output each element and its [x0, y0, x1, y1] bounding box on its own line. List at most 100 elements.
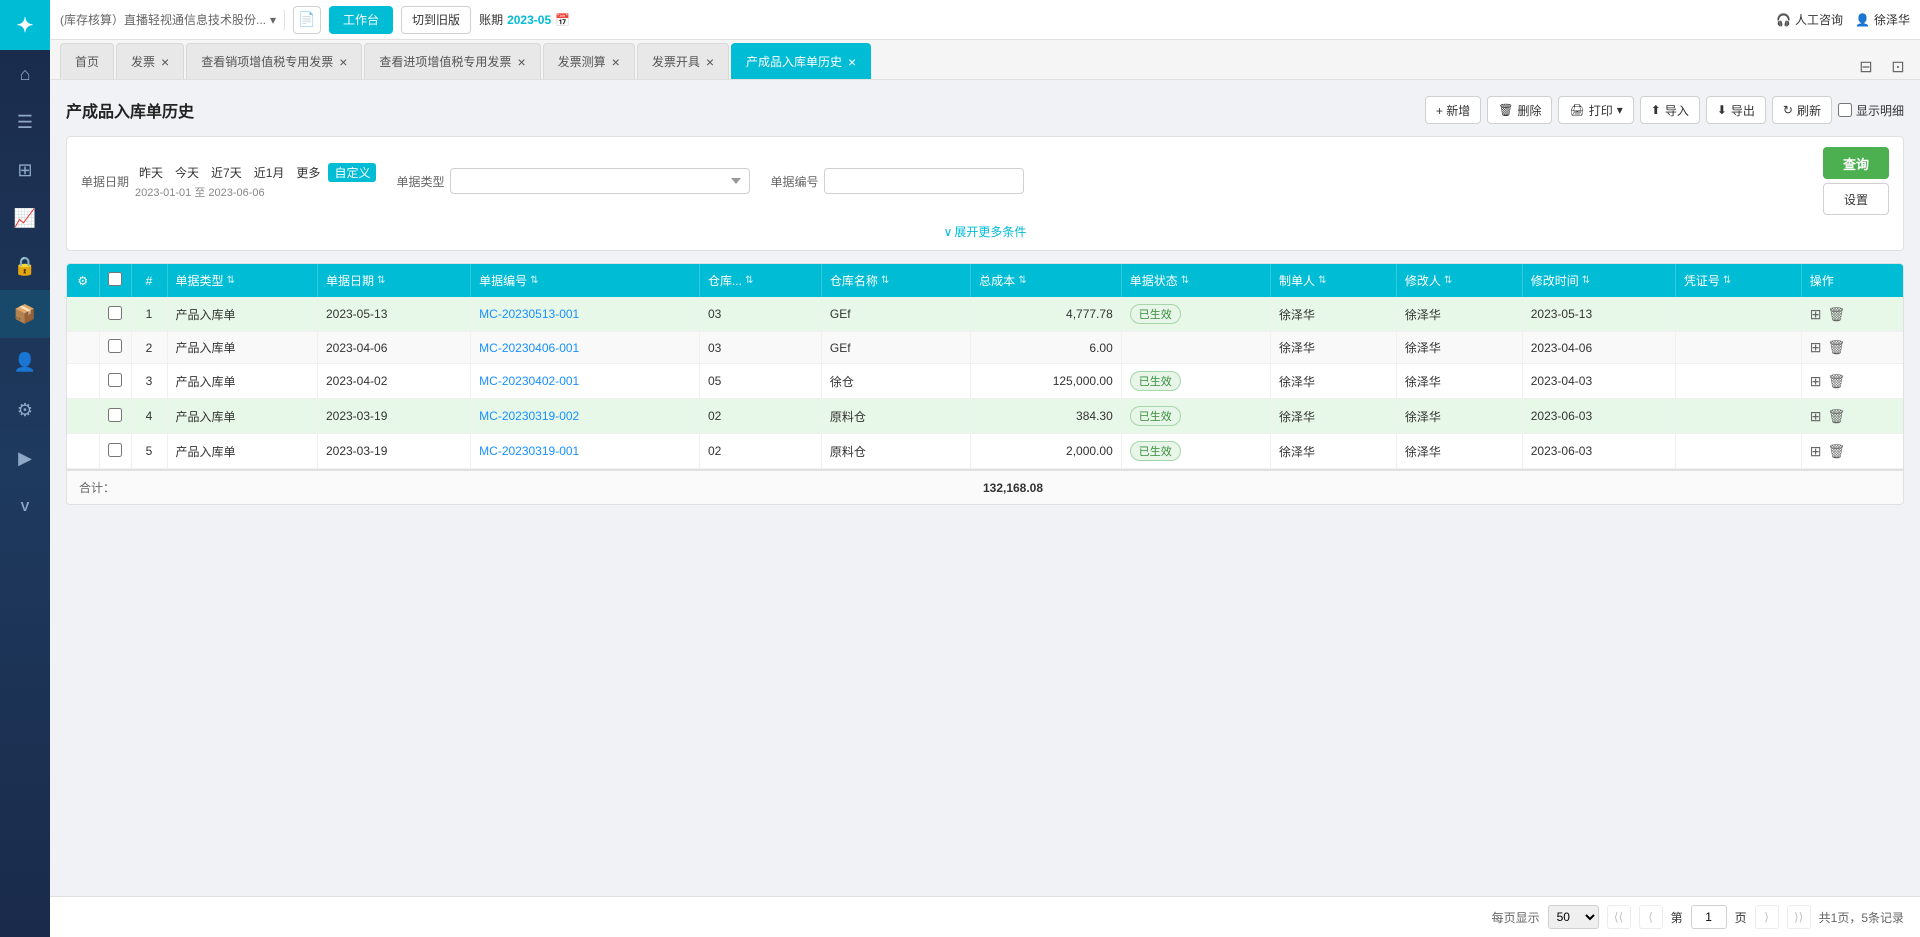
edit-icon[interactable]: ⊞: [1810, 443, 1822, 460]
tab-view-sales-vat-close[interactable]: ×: [339, 55, 347, 69]
workbench-button[interactable]: 工作台: [329, 6, 393, 34]
doc-num-link[interactable]: MC-20230319-001: [479, 444, 579, 458]
filter-docnum-input[interactable]: [824, 168, 1024, 194]
company-selector[interactable]: (库存核算）直播轻视通信息技术股份... ▾: [60, 11, 276, 28]
sidebar-item-settings[interactable]: ⚙: [0, 386, 50, 434]
td-warehouse-name: GEf: [821, 332, 970, 364]
pag-page-input[interactable]: [1691, 905, 1727, 929]
delete-row-icon[interactable]: 🗑: [1827, 373, 1845, 390]
td-doc-num[interactable]: MC-20230402-001: [471, 364, 700, 399]
edit-icon[interactable]: ⊞: [1810, 408, 1822, 425]
tab-view-purchase-vat-close[interactable]: ×: [517, 55, 525, 69]
doc-num-link[interactable]: MC-20230402-001: [479, 374, 579, 388]
expand-filter-button[interactable]: ∨ 展开更多条件: [944, 223, 1027, 240]
sidebar-item-reports[interactable]: ⊞: [0, 146, 50, 194]
tab-home[interactable]: 首页: [60, 43, 114, 79]
sidebar-item-people[interactable]: 👤: [0, 338, 50, 386]
sidebar-item-analytics[interactable]: 📈: [0, 194, 50, 242]
set-button[interactable]: 设置: [1823, 183, 1889, 215]
edit-icon[interactable]: ⊞: [1810, 339, 1822, 356]
delete-row-icon[interactable]: 🗑: [1827, 339, 1845, 356]
row-checkbox-2[interactable]: [108, 339, 122, 353]
th-warehouse-code[interactable]: 仓库...⇅: [699, 264, 821, 297]
doc-num-link[interactable]: MC-20230319-002: [479, 409, 579, 423]
sidebar-item-warehouse[interactable]: 📦: [0, 290, 50, 338]
th-total-cost[interactable]: 总成本⇅: [971, 264, 1122, 297]
tab-product-inbound-history[interactable]: 产成品入库单历史 ×: [731, 43, 871, 79]
td-creator: 徐泽华: [1271, 399, 1397, 434]
th-doc-type[interactable]: 单据类型⇅: [167, 264, 317, 297]
sidebar-item-home[interactable]: ⌂: [0, 50, 50, 98]
pag-last-button[interactable]: ⟩⟩: [1787, 905, 1811, 929]
import-button[interactable]: ⬆ 导入: [1640, 96, 1700, 124]
td-doc-num[interactable]: MC-20230319-001: [471, 434, 700, 469]
sidebar-item-documents[interactable]: ☰: [0, 98, 50, 146]
th-settings[interactable]: ⚙: [67, 264, 99, 297]
row-checkbox-1[interactable]: [108, 306, 122, 320]
tab-invoice-calc[interactable]: 发票测算 ×: [543, 43, 635, 79]
th-modifier[interactable]: 修改人⇅: [1396, 264, 1522, 297]
tab-invoice-open-close[interactable]: ×: [706, 55, 714, 69]
filter-date-today[interactable]: 今天: [171, 163, 203, 182]
td-doc-num[interactable]: MC-20230513-001: [471, 297, 700, 332]
pag-next-button[interactable]: ⟩: [1755, 905, 1779, 929]
td-doc-num[interactable]: MC-20230319-002: [471, 399, 700, 434]
support-button[interactable]: 🎧 人工咨询: [1776, 11, 1843, 28]
show-detail-checkbox[interactable]: [1838, 103, 1852, 117]
sidebar-item-version[interactable]: V: [0, 482, 50, 530]
refresh-button[interactable]: ↻ 刷新: [1772, 96, 1832, 124]
delete-row-icon[interactable]: 🗑: [1827, 408, 1845, 425]
filter-date-label: 单据日期: [81, 173, 129, 190]
edit-icon[interactable]: ⊞: [1810, 306, 1822, 323]
doc-num-link[interactable]: MC-20230406-001: [479, 341, 579, 355]
tab-invoice-calc-close[interactable]: ×: [612, 55, 620, 69]
calendar-icon[interactable]: 📅: [555, 13, 570, 27]
th-creator[interactable]: 制单人⇅: [1271, 264, 1397, 297]
sidebar-item-media[interactable]: ▶: [0, 434, 50, 482]
delete-button[interactable]: 🗑 删除: [1487, 96, 1552, 124]
edit-icon[interactable]: ⊞: [1810, 373, 1822, 390]
tab-invoice-close[interactable]: ×: [161, 55, 169, 69]
th-voucher-num[interactable]: 凭证号⇅: [1675, 264, 1801, 297]
filter-date-7days[interactable]: 近7天: [207, 163, 246, 182]
footer-total-cost: 132,168.08: [135, 481, 1891, 495]
tab-product-inbound-history-close[interactable]: ×: [848, 55, 856, 69]
row-checkbox-5[interactable]: [108, 443, 122, 457]
query-button[interactable]: 查询: [1823, 147, 1889, 179]
document-icon-btn[interactable]: 📄: [293, 6, 321, 34]
row-checkbox-4[interactable]: [108, 408, 122, 422]
th-doc-num[interactable]: 单据编号⇅: [471, 264, 700, 297]
th-warehouse-name[interactable]: 仓库名称⇅: [821, 264, 970, 297]
app-logo[interactable]: ✦: [0, 0, 50, 50]
per-page-select[interactable]: 10 20 50 100: [1548, 905, 1599, 929]
export-button[interactable]: ⬇ 导出: [1706, 96, 1766, 124]
user-menu[interactable]: 👤 徐泽华: [1855, 11, 1910, 28]
tab-view-purchase-vat[interactable]: 查看进项增值税专用发票 ×: [364, 43, 540, 79]
delete-row-icon[interactable]: 🗑: [1827, 443, 1845, 460]
tab-invoice-open[interactable]: 发票开具 ×: [637, 43, 729, 79]
tab-view-sales-vat[interactable]: 查看销项增值税专用发票 ×: [186, 43, 362, 79]
td-doc-num[interactable]: MC-20230406-001: [471, 332, 700, 364]
doc-num-link[interactable]: MC-20230513-001: [479, 307, 579, 321]
delete-row-icon[interactable]: 🗑: [1827, 306, 1845, 323]
row-checkbox-3[interactable]: [108, 373, 122, 387]
filter-date-custom[interactable]: 自定义: [328, 163, 376, 182]
tab-minimize-button[interactable]: ⊟: [1854, 55, 1878, 79]
th-doc-status[interactable]: 单据状态⇅: [1121, 264, 1270, 297]
select-all-checkbox[interactable]: [108, 272, 122, 286]
filter-date-1month[interactable]: 近1月: [250, 163, 289, 182]
new-button[interactable]: + 新增: [1425, 96, 1481, 124]
filter-doctype-select[interactable]: 产品入库单: [450, 168, 750, 194]
pag-prev-button[interactable]: ⟨: [1639, 905, 1663, 929]
tab-invoice[interactable]: 发票 ×: [116, 43, 184, 79]
th-checkbox[interactable]: [99, 264, 131, 297]
switch-old-button[interactable]: 切到旧版: [401, 6, 471, 34]
pag-first-button[interactable]: ⟨⟨: [1607, 905, 1631, 929]
tab-maximize-button[interactable]: ⊡: [1886, 55, 1910, 79]
print-button[interactable]: 🖨 打印 ▾: [1558, 96, 1633, 124]
filter-date-yesterday[interactable]: 昨天: [135, 163, 167, 182]
th-doc-date[interactable]: 单据日期⇅: [317, 264, 470, 297]
sidebar-item-security[interactable]: 🔒: [0, 242, 50, 290]
th-modify-time[interactable]: 修改时间⇅: [1522, 264, 1675, 297]
filter-date-more[interactable]: 更多: [292, 163, 324, 182]
